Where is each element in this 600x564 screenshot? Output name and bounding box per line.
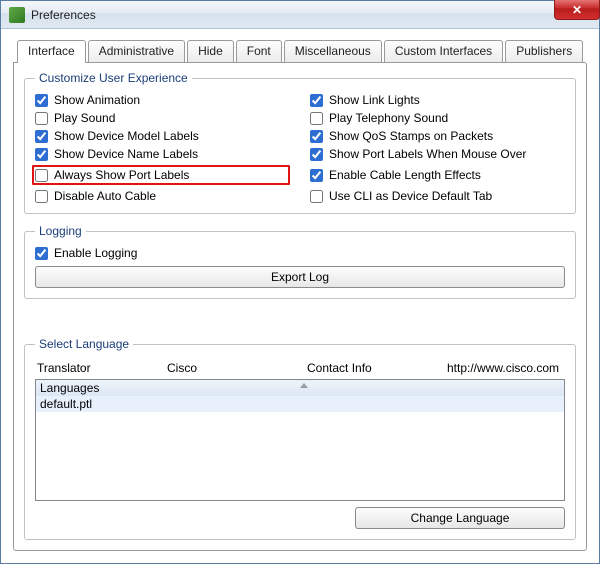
group-customize: Customize User Experience Show Animation… [24, 71, 576, 214]
checkbox-disable-auto-cable[interactable] [35, 190, 48, 203]
header-company: Cisco [167, 361, 307, 375]
checkbox-show-qos[interactable] [310, 130, 323, 143]
checkbox-play-telephony[interactable] [310, 112, 323, 125]
label-show-link-lights: Show Link Lights [329, 93, 420, 107]
tab-panel-interface: Customize User Experience Show Animation… [13, 62, 587, 551]
group-customize-legend: Customize User Experience [35, 71, 192, 85]
customize-grid: Show Animation Show Link Lights Play Sou… [35, 93, 565, 203]
label-play-sound: Play Sound [54, 111, 115, 125]
chk-enable-cable-length[interactable]: Enable Cable Length Effects [310, 165, 565, 185]
content-area: Interface Administrative Hide Font Misce… [1, 29, 599, 563]
checkbox-show-device-model[interactable] [35, 130, 48, 143]
header-contact: Contact Info [307, 361, 447, 375]
language-list-row-default[interactable]: default.ptl [36, 396, 564, 412]
tab-publishers[interactable]: Publishers [505, 40, 583, 63]
change-language-button[interactable]: Change Language [355, 507, 565, 529]
close-icon: ✕ [572, 3, 582, 17]
label-enable-logging: Enable Logging [54, 246, 137, 260]
label-enable-cable-length: Enable Cable Length Effects [329, 168, 481, 182]
language-listbox[interactable]: Languages default.ptl [35, 379, 565, 501]
group-language: Select Language Translator Cisco Contact… [24, 337, 576, 540]
label-disable-auto-cable: Disable Auto Cable [54, 189, 156, 203]
chk-show-port-mouse[interactable]: Show Port Labels When Mouse Over [310, 147, 565, 161]
checkbox-enable-cable-length[interactable] [310, 169, 323, 182]
tab-administrative[interactable]: Administrative [88, 40, 185, 63]
label-show-qos: Show QoS Stamps on Packets [329, 129, 493, 143]
tabs: Interface Administrative Hide Font Misce… [13, 39, 587, 62]
chk-play-sound[interactable]: Play Sound [35, 111, 290, 125]
group-logging: Logging Enable Logging Export Log [24, 224, 576, 299]
chk-show-animation[interactable]: Show Animation [35, 93, 290, 107]
label-use-cli-default: Use CLI as Device Default Tab [329, 189, 492, 203]
chk-show-device-model[interactable]: Show Device Model Labels [35, 129, 290, 143]
checkbox-show-link-lights[interactable] [310, 94, 323, 107]
close-button[interactable]: ✕ [554, 0, 600, 20]
group-language-legend: Select Language [35, 337, 133, 351]
checkbox-always-show-port[interactable] [35, 169, 48, 182]
tab-custom-interfaces[interactable]: Custom Interfaces [384, 40, 503, 63]
chk-use-cli-default[interactable]: Use CLI as Device Default Tab [310, 189, 565, 203]
spacer [24, 309, 576, 327]
window-title: Preferences [31, 8, 96, 22]
chk-show-qos[interactable]: Show QoS Stamps on Packets [310, 129, 565, 143]
language-list-header[interactable]: Languages [36, 380, 564, 396]
titlebar: Preferences ✕ [1, 1, 599, 29]
export-log-button[interactable]: Export Log [35, 266, 565, 288]
chk-play-telephony[interactable]: Play Telephony Sound [310, 111, 565, 125]
preferences-window: Preferences ✕ Interface Administrative H… [0, 0, 600, 564]
header-translator: Translator [37, 361, 167, 375]
chk-show-device-name[interactable]: Show Device Name Labels [35, 147, 290, 161]
label-show-animation: Show Animation [54, 93, 140, 107]
chk-show-link-lights[interactable]: Show Link Lights [310, 93, 565, 107]
checkbox-enable-logging[interactable] [35, 247, 48, 260]
label-always-show-port: Always Show Port Labels [54, 168, 189, 182]
label-show-port-mouse: Show Port Labels When Mouse Over [329, 147, 526, 161]
checkbox-show-port-mouse[interactable] [310, 148, 323, 161]
checkbox-show-animation[interactable] [35, 94, 48, 107]
label-show-device-name: Show Device Name Labels [54, 147, 198, 161]
header-url: http://www.cisco.com [447, 361, 563, 375]
tab-hide[interactable]: Hide [187, 40, 234, 63]
tab-font[interactable]: Font [236, 40, 282, 63]
label-show-device-model: Show Device Model Labels [54, 129, 199, 143]
language-headers: Translator Cisco Contact Info http://www… [35, 359, 565, 379]
chk-always-show-port[interactable]: Always Show Port Labels [32, 165, 290, 185]
checkbox-use-cli-default[interactable] [310, 190, 323, 203]
tab-interface[interactable]: Interface [17, 40, 86, 63]
checkbox-play-sound[interactable] [35, 112, 48, 125]
change-language-wrap: Change Language [35, 507, 565, 529]
tab-miscellaneous[interactable]: Miscellaneous [284, 40, 382, 63]
checkbox-show-device-name[interactable] [35, 148, 48, 161]
chk-disable-auto-cable[interactable]: Disable Auto Cable [35, 189, 290, 203]
group-logging-legend: Logging [35, 224, 86, 238]
chk-enable-logging[interactable]: Enable Logging [35, 246, 565, 260]
label-play-telephony: Play Telephony Sound [329, 111, 448, 125]
app-icon [9, 7, 25, 23]
